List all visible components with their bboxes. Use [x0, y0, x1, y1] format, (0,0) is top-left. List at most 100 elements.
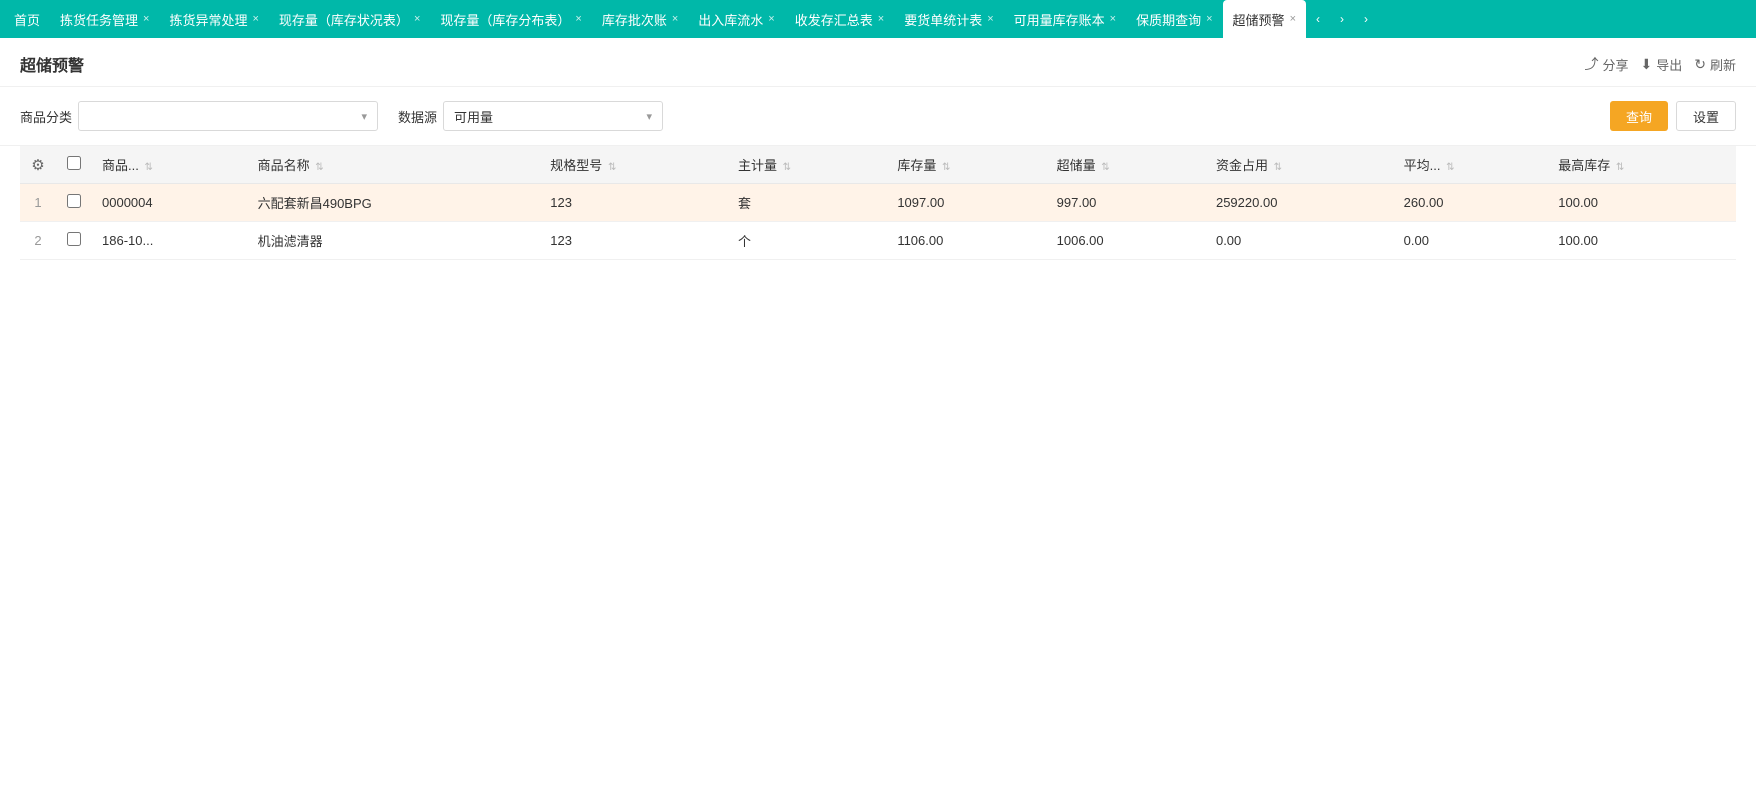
table-header-row: ⚙ 商品... ⇅ 商品名称 ⇅ 规格型号 ⇅	[20, 146, 1736, 184]
nav-prev-arrow[interactable]: ‹	[1306, 0, 1330, 38]
col-avg[interactable]: 平均... ⇅	[1394, 146, 1549, 184]
nav-next-arrow[interactable]: ›	[1330, 0, 1354, 38]
sort-avg-icon: ⇅	[1446, 162, 1454, 173]
nav-tab-collect[interactable]: 收发存汇总表 ×	[785, 0, 894, 38]
cell-stock-1: 1097.00	[887, 184, 1046, 222]
datasource-label: 数据源	[398, 107, 437, 126]
cell-avg-2: 0.00	[1394, 222, 1549, 260]
nav-tab-task-mgmt[interactable]: 拣货任务管理 ×	[50, 0, 159, 38]
nav-tab-exception[interactable]: 拣货异常处理 ×	[159, 0, 268, 38]
col-product-name[interactable]: 商品名称 ⇅	[248, 146, 541, 184]
page-title: 超储预警	[20, 52, 84, 76]
col-product-code[interactable]: 商品... ⇅	[92, 146, 248, 184]
row-num-2: 2	[20, 222, 56, 260]
filter-buttons: 查询 设置	[1610, 101, 1736, 131]
nav-tab-inv-dist[interactable]: 现存量（库存分布表） ×	[430, 0, 591, 38]
table-row: 2 186-10... 机油滤清器 123 个 1106.00 1006.00 …	[20, 222, 1736, 260]
col-max-stock[interactable]: 最高库存 ⇅	[1548, 146, 1736, 184]
close-tab-batch[interactable]: ×	[672, 13, 678, 25]
datasource-chevron-icon: ▾	[647, 110, 653, 123]
query-button[interactable]: 查询	[1610, 101, 1668, 131]
row-num-1: 1	[20, 184, 56, 222]
nav-tab-inout[interactable]: 出入库流水 ×	[688, 0, 784, 38]
cell-product-name-1: 六配套新昌490BPG	[248, 184, 541, 222]
close-tab-exception[interactable]: ×	[252, 13, 258, 25]
top-nav: 首页 拣货任务管理 × 拣货异常处理 × 现存量（库存状况表） × 现存量（库存…	[0, 0, 1756, 38]
export-icon: ⬇	[1641, 56, 1653, 73]
cell-product-name-2: 机油滤清器	[248, 222, 541, 260]
nav-tab-inv-status[interactable]: 现存量（库存状况表） ×	[269, 0, 430, 38]
page-header: 超储预警 ⤴ 分享 ⬇ 导出 ↻ 刷新	[0, 38, 1756, 87]
sort-product-name-icon: ⇅	[315, 162, 323, 173]
row-select-1[interactable]	[67, 194, 81, 208]
cell-overstock-1: 997.00	[1047, 184, 1206, 222]
cell-product-code-1: 0000004	[92, 184, 248, 222]
close-tab-inout[interactable]: ×	[768, 13, 774, 25]
cell-spec-2: 123	[540, 222, 728, 260]
sort-overstock-icon: ⇅	[1101, 162, 1109, 173]
sort-capital-icon: ⇅	[1274, 162, 1282, 173]
nav-tab-expiry[interactable]: 保质期查询 ×	[1126, 0, 1222, 38]
settings-button[interactable]: 设置	[1676, 101, 1736, 131]
close-tab-task-mgmt[interactable]: ×	[143, 13, 149, 25]
cell-capital-2: 0.00	[1206, 222, 1394, 260]
col-capital[interactable]: 资金占用 ⇅	[1206, 146, 1394, 184]
col-checkbox-header	[56, 146, 92, 184]
category-filter: 商品分类 ▾	[20, 101, 378, 131]
col-unit[interactable]: 主计量 ⇅	[728, 146, 887, 184]
close-tab-inv-dist[interactable]: ×	[575, 13, 581, 25]
datasource-value: 可用量	[454, 107, 493, 126]
cell-capital-1: 259220.00	[1206, 184, 1394, 222]
filter-bar: 商品分类 ▾ 数据源 可用量 ▾ 查询 设置	[0, 87, 1756, 146]
cell-overstock-2: 1006.00	[1047, 222, 1206, 260]
cell-spec-1: 123	[540, 184, 728, 222]
category-chevron-icon: ▾	[361, 110, 367, 123]
nav-tab-available[interactable]: 可用量库存账本 ×	[1004, 0, 1126, 38]
header-actions: ⤴ 分享 ⬇ 导出 ↻ 刷新	[1584, 54, 1736, 74]
nav-more-arrow[interactable]: ›	[1354, 0, 1378, 38]
nav-tab-batch[interactable]: 库存批次账 ×	[592, 0, 688, 38]
row-checkbox-2[interactable]	[56, 222, 92, 260]
close-tab-collect[interactable]: ×	[878, 13, 884, 25]
col-overstock[interactable]: 超储量 ⇅	[1047, 146, 1206, 184]
table-row: 1 0000004 六配套新昌490BPG 123 套 1097.00 997.…	[20, 184, 1736, 222]
cell-unit-1: 套	[728, 184, 887, 222]
table-container: ⚙ 商品... ⇅ 商品名称 ⇅ 规格型号 ⇅	[0, 146, 1756, 260]
cell-max-stock-1: 100.00	[1548, 184, 1736, 222]
sort-spec-icon: ⇅	[608, 162, 616, 173]
datasource-select[interactable]: 可用量 ▾	[443, 101, 663, 131]
sort-stock-icon: ⇅	[942, 162, 950, 173]
close-tab-inv-status[interactable]: ×	[414, 13, 420, 25]
page-content: 超储预警 ⤴ 分享 ⬇ 导出 ↻ 刷新 商品分类 ▾ 数据源	[0, 38, 1756, 800]
cell-stock-2: 1106.00	[887, 222, 1046, 260]
nav-tab-overstock[interactable]: 超储预警 ×	[1223, 0, 1306, 38]
sort-max-stock-icon: ⇅	[1616, 162, 1624, 173]
close-tab-order-stats[interactable]: ×	[987, 13, 993, 25]
close-tab-expiry[interactable]: ×	[1206, 13, 1212, 25]
nav-tab-order-stats[interactable]: 要货单统计表 ×	[894, 0, 1003, 38]
row-select-2[interactable]	[67, 232, 81, 246]
table-gear-icon[interactable]: ⚙	[31, 157, 44, 174]
close-tab-available[interactable]: ×	[1110, 13, 1116, 25]
share-icon: ⤴	[1584, 54, 1598, 74]
cell-avg-1: 260.00	[1394, 184, 1549, 222]
category-select[interactable]: ▾	[78, 101, 378, 131]
refresh-icon: ↻	[1694, 56, 1706, 73]
col-spec[interactable]: 规格型号 ⇅	[540, 146, 728, 184]
close-tab-overstock[interactable]: ×	[1290, 13, 1296, 25]
nav-tab-home[interactable]: 首页	[4, 0, 50, 38]
overstock-table: ⚙ 商品... ⇅ 商品名称 ⇅ 规格型号 ⇅	[20, 146, 1736, 260]
row-checkbox-1[interactable]	[56, 184, 92, 222]
cell-max-stock-2: 100.00	[1548, 222, 1736, 260]
cell-product-code-2: 186-10...	[92, 222, 248, 260]
datasource-filter: 数据源 可用量 ▾	[398, 101, 663, 131]
col-stock[interactable]: 库存量 ⇅	[887, 146, 1046, 184]
share-button[interactable]: ⤴ 分享	[1584, 54, 1628, 74]
sort-unit-icon: ⇅	[783, 162, 791, 173]
category-label: 商品分类	[20, 107, 72, 126]
select-all-checkbox[interactable]	[67, 156, 81, 170]
refresh-button[interactable]: ↻ 刷新	[1694, 55, 1736, 74]
col-settings: ⚙	[20, 146, 56, 184]
sort-product-code-icon: ⇅	[144, 162, 152, 173]
export-button[interactable]: ⬇ 导出	[1641, 55, 1683, 74]
